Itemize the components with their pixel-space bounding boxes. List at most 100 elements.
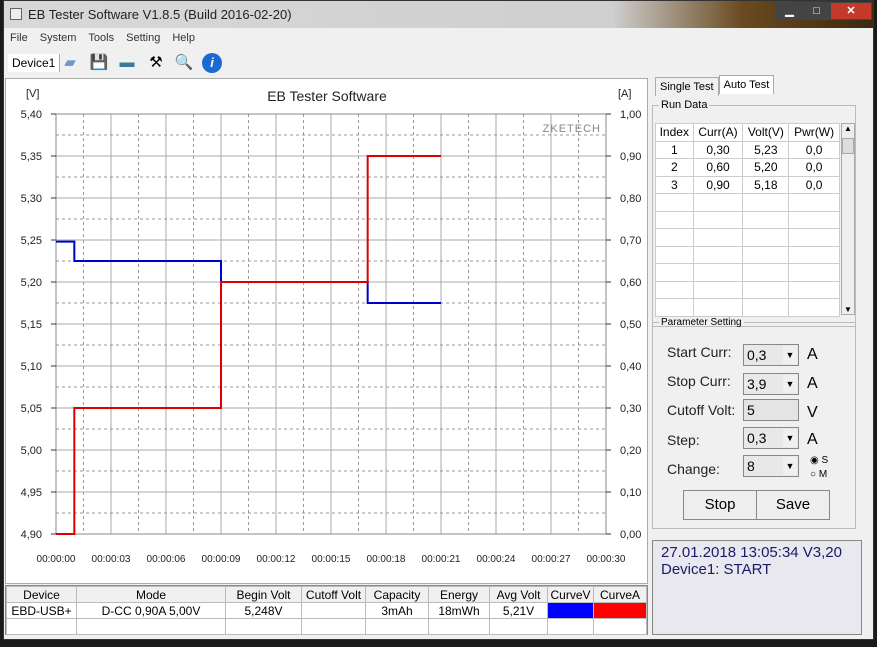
start-curr-select[interactable]: 0,3 ▼ [743,344,799,366]
summary-header: Begin Volt [225,586,302,603]
y-tick-right: 0,10 [620,487,641,499]
summary-cell: D-CC 0,90A 5,00V [76,602,226,619]
run-data-row [655,263,840,282]
save-disk-icon[interactable]: 💾 [89,53,109,73]
run-data-cell [788,280,840,299]
menu-system[interactable]: System [34,29,83,47]
chart-title: EB Tester Software [267,88,387,104]
run-data-cell [655,280,694,299]
chart-panel: EB Tester Software ZKETECH [V] [A] 5,40 5,35 5… [5,78,648,584]
run-data-cell: 2 [655,158,694,177]
run-data-header: Index [655,123,694,142]
tab-single-test[interactable]: Single Test [655,77,719,96]
tools-icon[interactable]: ⚒ [146,53,166,73]
info-icon[interactable]: i [202,53,222,73]
run-data-cell: 5,23 [742,140,790,159]
minimize-button[interactable]: ▁ [776,2,803,20]
y-tick-right: 0,90 [620,151,641,163]
chevron-down-icon[interactable]: ▼ [783,429,797,447]
y-tick-right: 0,70 [620,235,641,247]
run-data-cell [655,245,694,264]
x-tick: 00:00:21 [422,554,461,565]
step-select[interactable]: 0,3 ▼ [743,427,799,449]
run-data-cell [788,210,840,229]
x-tick: 00:00:00 [37,554,76,565]
toolbar: Device1 ▰ 💾 ▬ ⚒ 🔍 i [4,50,873,77]
x-tick: 00:00:12 [257,554,296,565]
scroll-down-icon[interactable]: ▼ [842,305,854,314]
run-data-cell: 0,30 [692,140,744,159]
run-data-cell [692,280,744,299]
log-panel: 27.01.2018 13:05:34 V3,20 Device1: START [652,540,862,635]
run-data-cell: 0,60 [692,158,744,177]
run-data-cell [788,193,840,212]
run-data-cell [655,210,694,229]
y-tick-right: 0,00 [620,529,641,541]
stop-curr-select[interactable]: 3,9 ▼ [743,373,799,395]
chevron-down-icon[interactable]: ▼ [783,375,797,393]
run-data-row: 1 0,30 5,23 0,0 [655,140,840,159]
summary-cell: EBD-USB+ [6,602,77,619]
scroll-up-icon[interactable]: ▲ [842,124,854,133]
stop-button[interactable]: Stop [683,490,757,520]
scroll-thumb[interactable] [842,138,854,154]
run-data-cell [742,210,790,229]
x-tick: 00:00:15 [312,554,351,565]
run-data-cell [742,193,790,212]
y-tick-right: 0,60 [620,277,641,289]
x-tick: 00:00:03 [92,554,131,565]
y-tick-right: 0,20 [620,445,641,457]
summary-header: Capacity [365,586,429,603]
stop-curr-unit: A [807,375,818,392]
menu-file[interactable]: File [4,29,34,47]
cutoff-volt-input[interactable]: 5 [743,399,799,421]
x-tick: 00:00:27 [532,554,571,565]
device-tab[interactable]: Device1 [8,54,61,72]
change-value: 8 [747,458,755,474]
run-data-cell [655,228,694,247]
radio-m[interactable]: ○ M [810,469,827,480]
y-tick-left: 5,25 [21,235,42,247]
menu-tools[interactable]: Tools [82,29,120,47]
maximize-button[interactable]: □ [803,2,830,20]
y-tick-right: 0,80 [620,193,641,205]
watermark: ZKETECH [543,123,601,135]
run-data-cell: 1 [655,140,694,159]
close-button[interactable]: ✕ [830,2,872,20]
save-button[interactable]: Save [756,490,830,520]
run-data-cell [692,298,744,317]
menu-setting[interactable]: Setting [120,29,166,47]
x-tick: 00:00:24 [477,554,516,565]
menu-help[interactable]: Help [166,29,201,47]
curve-v-color[interactable] [547,602,594,619]
radio-s[interactable]: ◉ S [810,455,828,466]
open-folder-icon[interactable]: ▰ [60,53,80,73]
run-data-scrollbar[interactable]: ▲ ▼ [841,123,855,315]
stop-curr-label: Stop Curr: [667,373,731,389]
search-icon[interactable]: 🔍 [174,53,194,73]
run-data-legend: Run Data [661,99,708,111]
change-select[interactable]: 8 ▼ [743,455,799,477]
curve-a-color[interactable] [593,602,647,619]
run-data-header: Volt(V) [742,123,790,142]
y-tick-right: 0,50 [620,319,641,331]
run-data-row [655,210,840,229]
chevron-down-icon[interactable]: ▼ [783,457,797,475]
chart-image-icon[interactable]: ▬ [117,53,137,73]
run-data-cell [742,245,790,264]
run-data-row [655,298,840,317]
run-data-row [655,280,840,299]
run-data-row [655,228,840,247]
summary-cell: 5,248V [225,602,302,619]
run-data-table: Index Curr(A) Volt(V) Pwr(W) 1 0,30 5,23 0,0 2 0,… [655,123,840,317]
run-data-group: Run Data Index Curr(A) Volt(V) Pwr(W) 1 0,30 5… [652,99,856,327]
run-data-cell [655,193,694,212]
run-data-cell: 0,0 [788,140,840,159]
tab-auto-test[interactable]: Auto Test [718,75,775,94]
run-data-cell [742,263,790,282]
chevron-down-icon[interactable]: ▼ [783,346,797,364]
step-value: 0,3 [747,430,767,446]
start-curr-value: 0,3 [747,347,767,363]
run-data-cell [788,298,840,317]
cutoff-volt-label: Cutoff Volt: [667,402,736,418]
